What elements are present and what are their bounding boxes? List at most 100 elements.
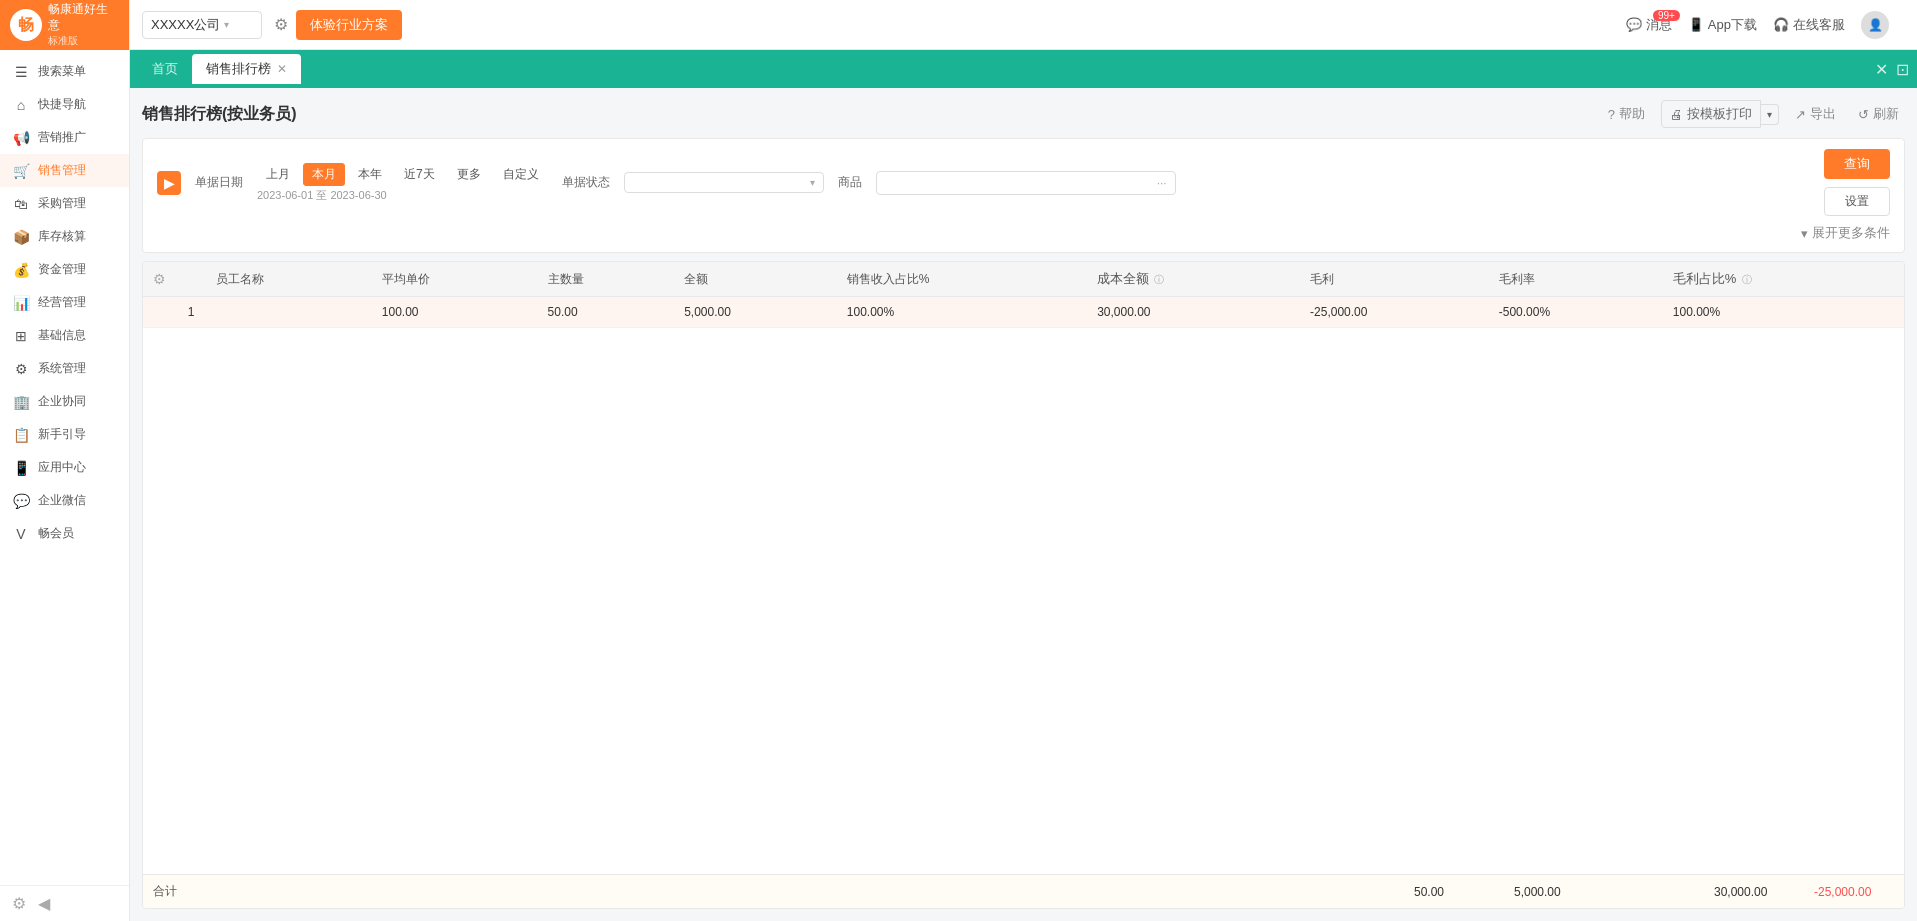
help-label: 帮助	[1619, 105, 1645, 123]
column-settings-icon[interactable]: ⚙	[153, 271, 166, 287]
export-button[interactable]: ↗ 导出	[1789, 101, 1842, 127]
topbar-gear-icon[interactable]: ⚙	[274, 15, 288, 34]
date-btn-more[interactable]: 更多	[448, 163, 490, 186]
sidebar-settings-icon[interactable]: ⚙	[12, 894, 26, 913]
logo-name: 畅康通好生意	[48, 2, 119, 33]
print-label: 按模板打印	[1687, 105, 1752, 123]
footer-gross: -25,000.00	[1814, 885, 1894, 899]
date-btn-7days[interactable]: 近7天	[395, 163, 444, 186]
trial-button[interactable]: 体验行业方案	[296, 10, 402, 40]
sidebar-item-marketing[interactable]: 📢 营销推广	[0, 121, 129, 154]
print-icon: 🖨	[1670, 107, 1683, 122]
sidebar-item-finance[interactable]: 💰 资金管理	[0, 253, 129, 286]
message-button[interactable]: 💬 消息 99+	[1626, 16, 1672, 34]
topbar-right: 💬 消息 99+ 📱 App下载 🎧 在线客服 👤	[1626, 11, 1905, 39]
row-gross-rate: -500.00%	[1489, 297, 1663, 328]
filter-settings-button[interactable]: 设置	[1824, 187, 1890, 216]
apps-icon: 📱	[12, 460, 30, 476]
th-rank	[176, 262, 206, 297]
sidebar-label-inventory: 库存核算	[38, 228, 86, 245]
sidebar: 畅 畅康通好生意 标准版 ☰ 搜索菜单 ⌂ 快捷导航 📢 营销推广 🛒 销售管理…	[0, 0, 130, 921]
sidebar-item-guide[interactable]: 📋 新手引导	[0, 418, 129, 451]
search-menu-icon: ☰	[12, 64, 30, 80]
query-button[interactable]: 查询	[1824, 149, 1890, 179]
user-avatar[interactable]: 👤	[1861, 11, 1889, 39]
date-btn-year[interactable]: 本年	[349, 163, 391, 186]
status-select[interactable]: ▾	[624, 172, 824, 193]
table-wrapper: ⚙ 员工名称 平均单价 主数量 全额 销售收入占比% 成本全额 ⓘ 毛利	[142, 261, 1905, 909]
sidebar-item-wechat[interactable]: 💬 企业微信	[0, 484, 129, 517]
sidebar-item-member[interactable]: V 畅会员	[0, 517, 129, 550]
sidebar-item-inventory[interactable]: 📦 库存核算	[0, 220, 129, 253]
sidebar-label-coop: 企业协同	[38, 393, 86, 410]
sidebar-item-system[interactable]: ⚙ 系统管理	[0, 352, 129, 385]
goods-dots: ···	[1157, 176, 1167, 190]
filter-toggle-arrow[interactable]: ▶	[157, 171, 181, 195]
refresh-label: 刷新	[1873, 105, 1899, 123]
tab-home[interactable]: 首页	[138, 54, 192, 84]
sidebar-item-sales[interactable]: 🛒 销售管理	[0, 154, 129, 187]
tab-close-icon[interactable]: ✕	[277, 62, 287, 76]
sidebar-logo: 畅 畅康通好生意 标准版	[0, 0, 129, 50]
sidebar-item-operation[interactable]: 📊 经营管理	[0, 286, 129, 319]
sidebar-item-shortcut[interactable]: ⌂ 快捷导航	[0, 88, 129, 121]
row-name	[206, 297, 372, 328]
th-qty: 主数量	[538, 262, 675, 297]
sidebar-label-wechat: 企业微信	[38, 492, 86, 509]
sidebar-item-coop[interactable]: 🏢 企业协同	[0, 385, 129, 418]
footer-amount: 5,000.00	[1514, 885, 1594, 899]
message-icon: 💬	[1626, 17, 1642, 32]
maximize-icon[interactable]: ⊡	[1896, 60, 1909, 79]
system-icon: ⚙	[12, 361, 30, 377]
tab-sales-rank[interactable]: 销售排行榜 ✕	[192, 54, 301, 84]
goods-input[interactable]: ···	[876, 171, 1176, 195]
sidebar-item-apps[interactable]: 📱 应用中心	[0, 451, 129, 484]
operation-icon: 📊	[12, 295, 30, 311]
message-badge: 99+	[1653, 10, 1680, 21]
print-button[interactable]: 🖨 按模板打印	[1661, 100, 1761, 128]
date-btn-custom[interactable]: 自定义	[494, 163, 548, 186]
refresh-button[interactable]: ↺ 刷新	[1852, 101, 1905, 127]
footer-cost: 30,000.00	[1714, 885, 1794, 899]
row-gross: -25,000.00	[1300, 297, 1489, 328]
goods-filter-label: 商品	[838, 174, 862, 191]
minimize-icon[interactable]: ✕	[1875, 60, 1888, 79]
page-actions: ? 帮助 🖨 按模板打印 ▾ ↗ 导出 ↺ 刷新	[1602, 100, 1905, 128]
date-range-text: 2023-06-01 至 2023-06-30	[257, 188, 548, 203]
cost-info-icon[interactable]: ⓘ	[1154, 274, 1164, 285]
help-button[interactable]: ? 帮助	[1602, 101, 1651, 127]
topbar: XXXXX公司 ▾ ⚙ 体验行业方案 💬 消息 99+ 📱 App下载 🎧 在线…	[130, 0, 1917, 50]
sidebar-label-system: 系统管理	[38, 360, 86, 377]
sidebar-label-member: 畅会员	[38, 525, 74, 542]
online-service-button[interactable]: 🎧 在线客服	[1773, 16, 1845, 34]
sidebar-item-basic[interactable]: ⊞ 基础信息	[0, 319, 129, 352]
content-area: 销售排行榜(按业务员) ? 帮助 🖨 按模板打印 ▾ ↗ 导出	[130, 88, 1917, 921]
company-dropdown-arrow: ▾	[224, 19, 229, 30]
sidebar-item-purchase[interactable]: 🛍 采购管理	[0, 187, 129, 220]
inventory-icon: 📦	[12, 229, 30, 245]
th-sales-pct: 销售收入占比%	[837, 262, 1087, 297]
expand-label: 展开更多条件	[1812, 224, 1890, 242]
th-gross: 毛利	[1300, 262, 1489, 297]
service-icon: 🎧	[1773, 17, 1789, 32]
th-gross-rate: 毛利率	[1489, 262, 1663, 297]
service-label: 在线客服	[1793, 16, 1845, 34]
home-icon: ⌂	[12, 97, 30, 113]
app-label: App下载	[1708, 16, 1757, 34]
expand-conditions-button[interactable]: ▾ 展开更多条件	[1801, 224, 1890, 242]
app-download-button[interactable]: 📱 App下载	[1688, 16, 1757, 34]
filter-row: ▶ 单据日期 上月 本月 本年 近7天 更多 自定义 2023-06-01 至 …	[157, 149, 1890, 216]
filter-area: ▶ 单据日期 上月 本月 本年 近7天 更多 自定义 2023-06-01 至 …	[142, 138, 1905, 253]
data-table: ⚙ 员工名称 平均单价 主数量 全额 销售收入占比% 成本全额 ⓘ 毛利	[143, 262, 1904, 328]
sidebar-label-search: 搜索菜单	[38, 63, 86, 80]
gross-pct-info-icon[interactable]: ⓘ	[1742, 274, 1752, 285]
finance-icon: 💰	[12, 262, 30, 278]
date-btn-curr[interactable]: 本月	[303, 163, 345, 186]
print-dropdown-button[interactable]: ▾	[1761, 104, 1779, 125]
row-qty: 50.00	[538, 297, 675, 328]
company-selector[interactable]: XXXXX公司 ▾	[142, 11, 262, 39]
date-btn-prev[interactable]: 上月	[257, 163, 299, 186]
sidebar-item-search[interactable]: ☰ 搜索菜单	[0, 55, 129, 88]
sidebar-collapse-icon[interactable]: ◀	[38, 894, 50, 913]
sidebar-bottom: ⚙ ◀	[0, 885, 129, 921]
